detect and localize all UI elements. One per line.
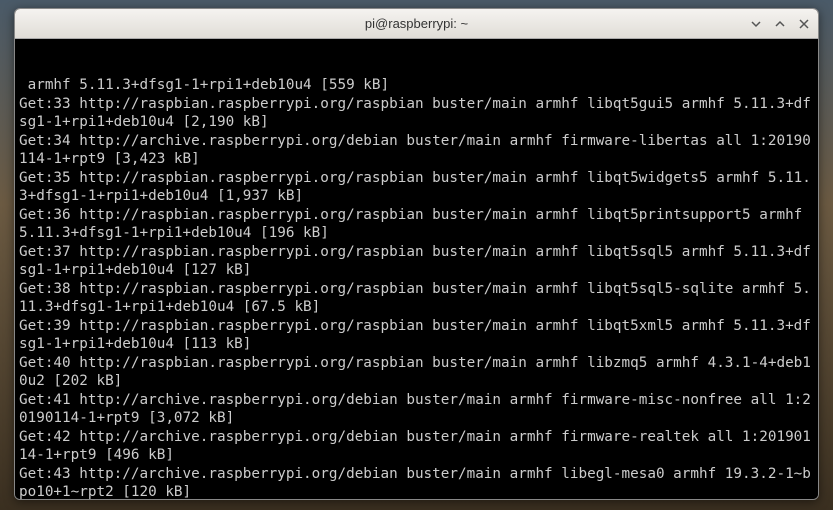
terminal-line: Get:33 http://raspbian.raspberrypi.org/r…	[19, 95, 814, 132]
close-button[interactable]	[796, 16, 812, 32]
window-title: pi@raspberrypi: ~	[365, 16, 468, 31]
titlebar[interactable]: pi@raspberrypi: ~	[15, 9, 818, 39]
terminal-line: Get:34 http://archive.raspberrypi.org/de…	[19, 132, 814, 169]
maximize-button[interactable]	[772, 16, 788, 32]
terminal-line: Get:38 http://raspbian.raspberrypi.org/r…	[19, 280, 814, 317]
terminal-output[interactable]: armhf 5.11.3+dfsg1-1+rpi1+deb10u4 [559 k…	[15, 39, 818, 499]
terminal-line: Get:37 http://raspbian.raspberrypi.org/r…	[19, 243, 814, 280]
minimize-button[interactable]	[748, 16, 764, 32]
terminal-line: Get:35 http://raspbian.raspberrypi.org/r…	[19, 169, 814, 206]
window-controls	[748, 9, 812, 38]
close-icon	[798, 18, 810, 30]
terminal-line: Get:40 http://raspbian.raspberrypi.org/r…	[19, 354, 814, 391]
chevron-up-icon	[774, 18, 786, 30]
terminal-window: pi@raspberrypi: ~ armhf 5.11.3+dfsg1-1+r…	[14, 8, 819, 500]
terminal-lines: armhf 5.11.3+dfsg1-1+rpi1+deb10u4 [559 k…	[19, 76, 814, 499]
terminal-line: Get:41 http://archive.raspberrypi.org/de…	[19, 391, 814, 428]
terminal-line: Get:43 http://archive.raspberrypi.org/de…	[19, 465, 814, 500]
terminal-line: Get:39 http://raspbian.raspberrypi.org/r…	[19, 317, 814, 354]
terminal-line: armhf 5.11.3+dfsg1-1+rpi1+deb10u4 [559 k…	[19, 76, 814, 95]
terminal-line: Get:36 http://raspbian.raspberrypi.org/r…	[19, 206, 814, 243]
chevron-down-icon	[750, 18, 762, 30]
terminal-line: Get:42 http://archive.raspberrypi.org/de…	[19, 428, 814, 465]
